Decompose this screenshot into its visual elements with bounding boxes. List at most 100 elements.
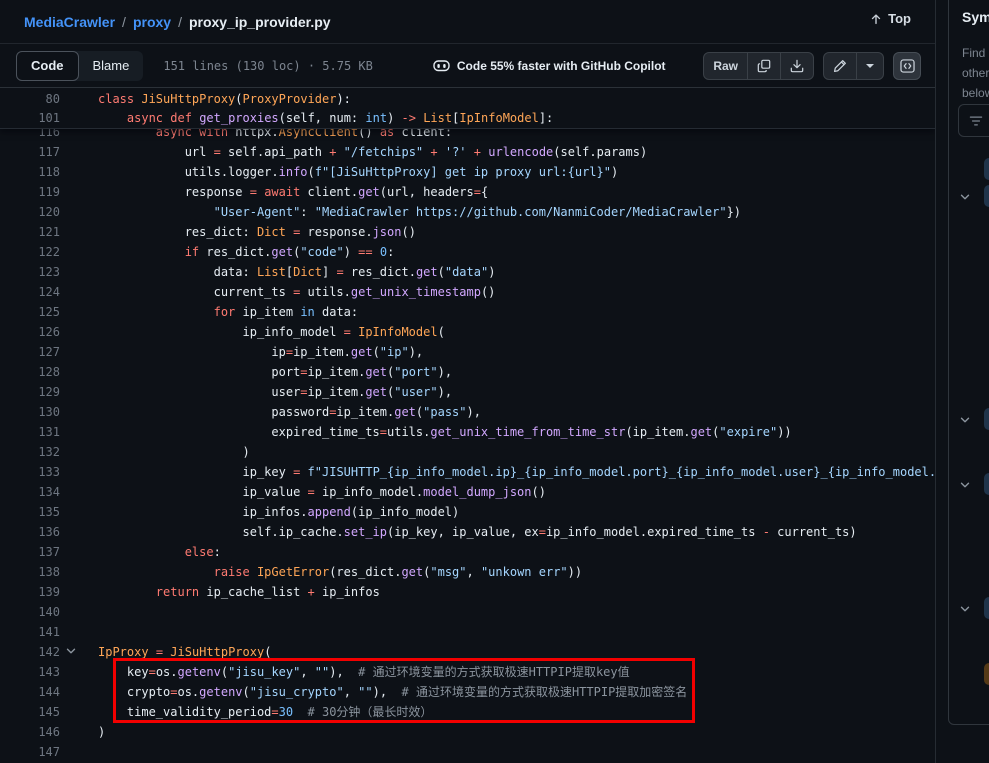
code-text xyxy=(60,602,935,622)
line-number[interactable]: 140 xyxy=(0,602,60,622)
back-to-top-button[interactable]: Top xyxy=(869,11,911,26)
line-number[interactable]: 142 xyxy=(0,642,60,662)
code-text: key=os.getenv("jisu_key", ""), # 通过环境变量的… xyxy=(60,662,935,682)
symbol-tree-row[interactable] xyxy=(949,663,989,687)
code-text: ) xyxy=(60,722,935,742)
chevron-down-icon[interactable] xyxy=(958,190,972,204)
code-viewer: 116 async with httpx.AsyncClient() as cl… xyxy=(0,88,935,763)
code-line: 143 key=os.getenv("jisu_key", ""), # 通过环… xyxy=(0,662,935,682)
breadcrumb-separator: / xyxy=(122,14,126,30)
code-text: password=ip_item.get("pass"), xyxy=(60,402,935,422)
tab-code[interactable]: Code xyxy=(16,51,79,81)
line-number[interactable]: 117 xyxy=(0,142,60,162)
code-text: ip=ip_item.get("ip"), xyxy=(60,342,935,362)
copilot-banner[interactable]: Code 55% faster with GitHub Copilot xyxy=(433,58,666,73)
code-text: expired_time_ts=utils.get_unix_time_from… xyxy=(60,422,935,442)
code-line: 141 xyxy=(0,622,935,642)
line-number[interactable]: 118 xyxy=(0,162,60,182)
code-text: "User-Agent": "MediaCrawler https://gith… xyxy=(60,202,935,222)
line-number[interactable]: 125 xyxy=(0,302,60,322)
chevron-down-icon[interactable] xyxy=(958,478,972,492)
code-line: 145 time_validity_period=30 # 30分钟（最长时效） xyxy=(0,702,935,722)
code-text: crypto=os.getenv("jisu_crypto", ""), # 通… xyxy=(60,682,935,702)
code-line: 144 crypto=os.getenv("jisu_crypto", ""),… xyxy=(0,682,935,702)
symbol-tree-row[interactable] xyxy=(949,408,989,432)
line-number[interactable]: 145 xyxy=(0,702,60,722)
chevron-down-icon[interactable] xyxy=(958,413,972,427)
symbols-panel-toggle[interactable] xyxy=(893,52,921,80)
line-number[interactable]: 136 xyxy=(0,522,60,542)
code-text: ip_infos.append(ip_info_model) xyxy=(60,502,935,522)
line-number[interactable]: 119 xyxy=(0,182,60,202)
line-number[interactable]: 122 xyxy=(0,242,60,262)
line-number[interactable]: 135 xyxy=(0,502,60,522)
breadcrumb-filename: proxy_ip_provider.py xyxy=(189,14,331,30)
line-number[interactable]: 139 xyxy=(0,582,60,602)
symbol-tree-row[interactable] xyxy=(949,185,989,209)
line-number[interactable]: 126 xyxy=(0,322,60,342)
code-text: ip_info_model = IpInfoModel( xyxy=(60,322,935,342)
line-number[interactable]: 143 xyxy=(0,662,60,682)
code-text xyxy=(60,742,935,762)
file-meta-info: 151 lines (130 loc) · 5.75 KB xyxy=(163,59,373,73)
line-number[interactable]: 124 xyxy=(0,282,60,302)
line-number[interactable]: 101 xyxy=(0,109,60,128)
code-line: 119 response = await client.get(url, hea… xyxy=(0,182,935,202)
line-number[interactable]: 134 xyxy=(0,482,60,502)
code-text: ip_value = ip_info_model.model_dump_json… xyxy=(60,482,935,502)
copy-icon[interactable] xyxy=(747,53,780,79)
symbol-tree-row[interactable] xyxy=(949,473,989,497)
code-text: time_validity_period=30 # 30分钟（最长时效） xyxy=(60,702,935,722)
arrow-up-icon xyxy=(869,12,883,26)
line-number[interactable]: 121 xyxy=(0,222,60,242)
code-lines: 116 async with httpx.AsyncClient() as cl… xyxy=(0,122,935,762)
line-number[interactable]: 127 xyxy=(0,342,60,362)
code-text: data: List[Dict] = res_dict.get("data") xyxy=(60,262,935,282)
github-code-view-page: MediaCrawler / proxy / proxy_ip_provider… xyxy=(0,0,989,763)
line-number[interactable]: 141 xyxy=(0,622,60,642)
symbol-tree-row[interactable] xyxy=(949,597,989,621)
code-line: 140 xyxy=(0,602,935,622)
raw-button[interactable]: Raw xyxy=(704,53,747,79)
code-text: self.ip_cache.set_ip(ip_key, ip_value, e… xyxy=(60,522,935,542)
code-blame-switch: Code Blame xyxy=(16,51,143,81)
code-text: current_ts = utils.get_unix_timestamp() xyxy=(60,282,935,302)
download-icon[interactable] xyxy=(780,53,813,79)
symbol-kind-badge xyxy=(984,473,989,495)
line-number[interactable]: 131 xyxy=(0,422,60,442)
code-text: for ip_item in data: xyxy=(60,302,935,322)
toolbar-actions: Raw xyxy=(703,52,921,80)
line-number[interactable]: 147 xyxy=(0,742,60,762)
code-line: 142IpProxy = JiSuHttpProxy( xyxy=(0,642,935,662)
line-number[interactable]: 144 xyxy=(0,682,60,702)
symbols-filter-input[interactable] xyxy=(958,104,989,137)
line-number[interactable]: 120 xyxy=(0,202,60,222)
line-number[interactable]: 129 xyxy=(0,382,60,402)
line-number[interactable]: 80 xyxy=(0,90,60,109)
line-number[interactable]: 123 xyxy=(0,262,60,282)
line-number[interactable]: 133 xyxy=(0,462,60,482)
code-line: 133 ip_key = f"JISUHTTP_{ip_info_model.i… xyxy=(0,462,935,482)
edit-pencil-icon[interactable] xyxy=(824,53,856,79)
symbol-kind-badge xyxy=(984,663,989,685)
line-number[interactable]: 137 xyxy=(0,542,60,562)
code-text: res_dict: Dict = response.json() xyxy=(60,222,935,242)
line-number[interactable]: 130 xyxy=(0,402,60,422)
edit-button-group xyxy=(823,52,884,80)
breadcrumb-folder-link[interactable]: proxy xyxy=(133,14,171,30)
file-view-column: MediaCrawler / proxy / proxy_ip_provider… xyxy=(0,0,936,763)
line-number[interactable]: 146 xyxy=(0,722,60,742)
collapse-chevron-icon[interactable] xyxy=(64,644,78,658)
code-text: response = await client.get(url, headers… xyxy=(60,182,935,202)
breadcrumb-repo-link[interactable]: MediaCrawler xyxy=(24,14,115,30)
tab-blame[interactable]: Blame xyxy=(79,51,144,81)
file-toolbar: Code Blame 151 lines (130 loc) · 5.75 KB… xyxy=(0,44,935,88)
code-line: 136 self.ip_cache.set_ip(ip_key, ip_valu… xyxy=(0,522,935,542)
breadcrumb: MediaCrawler / proxy / proxy_ip_provider… xyxy=(0,0,935,44)
chevron-down-icon[interactable] xyxy=(958,602,972,616)
line-number[interactable]: 132 xyxy=(0,442,60,462)
line-number[interactable]: 138 xyxy=(0,562,60,582)
symbol-tree-row[interactable] xyxy=(949,158,989,182)
edit-dropdown-caret-icon[interactable] xyxy=(856,53,883,79)
line-number[interactable]: 128 xyxy=(0,362,60,382)
